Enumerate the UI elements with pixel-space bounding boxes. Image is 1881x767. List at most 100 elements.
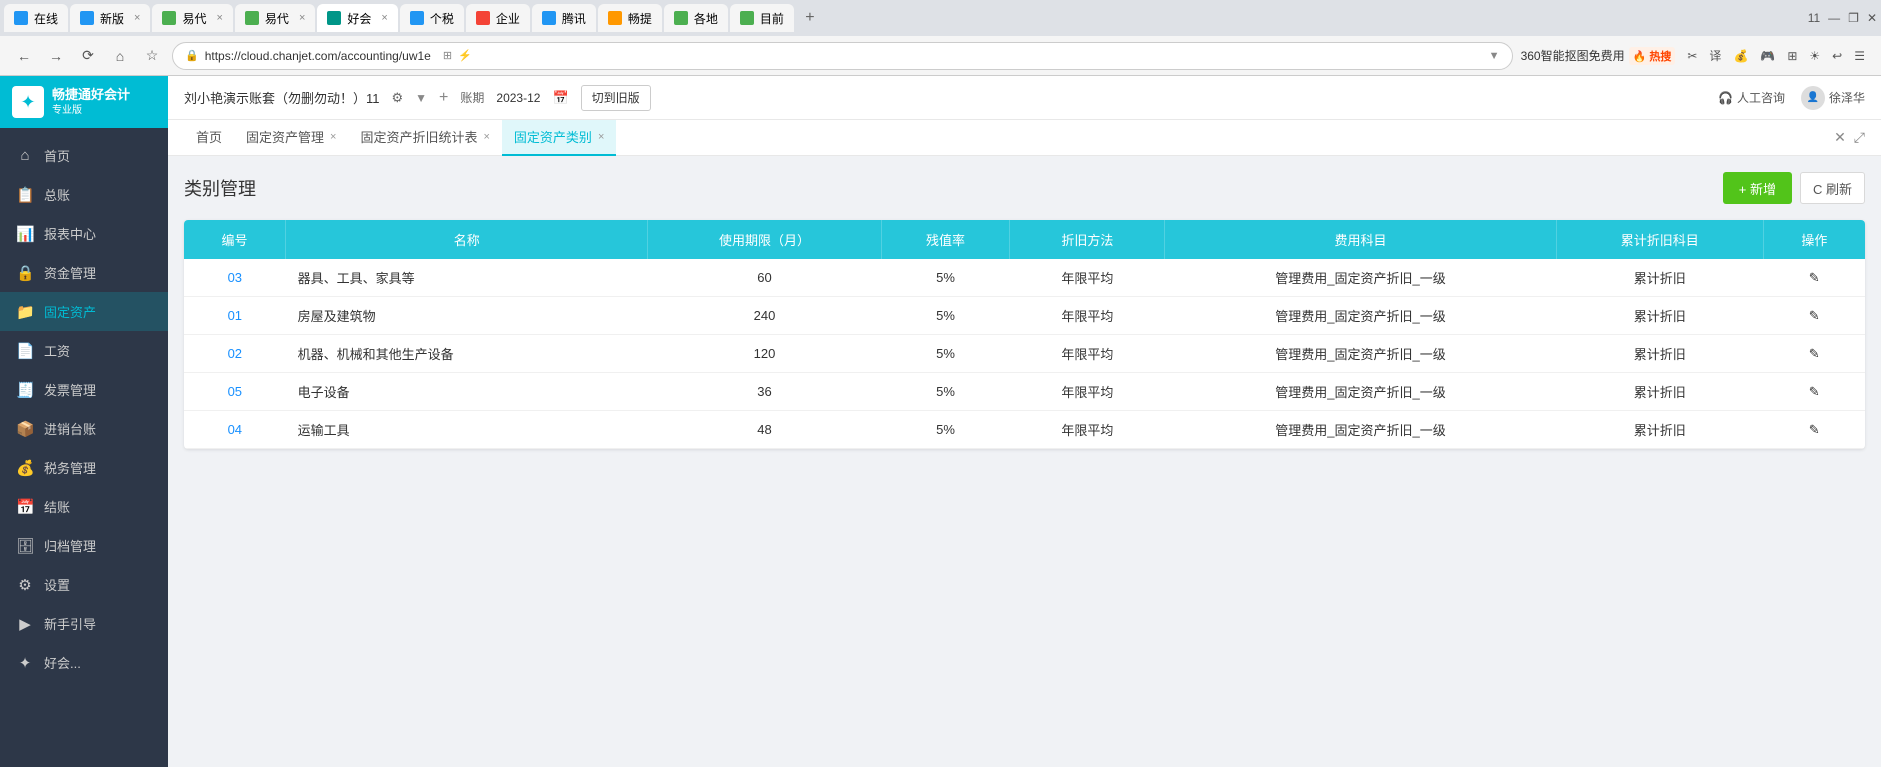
tab-close-tab5[interactable]: ×	[381, 12, 387, 24]
logo-sub: 专业版	[52, 104, 130, 117]
cell-2-row-3: 36	[648, 373, 881, 411]
tab-count-badge: 11	[1808, 11, 1820, 25]
settings-gear-icon[interactable]: ⚙	[392, 90, 404, 106]
maximize-window-button[interactable]: ⤢	[1854, 129, 1865, 146]
new-tab-button[interactable]: +	[796, 4, 824, 32]
cell-5-row-4: 管理费用_固定资产折旧_一级	[1165, 411, 1556, 449]
sidebar-item-reports[interactable]: 📊报表中心	[0, 214, 168, 253]
tab-label-tab5: 好会	[347, 10, 371, 27]
sidebar-item-salary[interactable]: 📄工资	[0, 331, 168, 370]
sidebar-item-archive[interactable]: 🗄归档管理	[0, 526, 168, 565]
refresh-button[interactable]: C 刷新	[1800, 172, 1865, 204]
browser-tab-tab4[interactable]: 易代×	[235, 4, 315, 32]
topbar-add-icon[interactable]: +	[439, 89, 448, 107]
browser-tab-tab2[interactable]: 新版×	[70, 4, 150, 32]
sidebar-label-invoice: 发票管理	[44, 380, 96, 399]
sidebar-item-more[interactable]: ✦好会...	[0, 643, 168, 682]
translate-tool[interactable]: 译	[1705, 45, 1725, 66]
sidebar-label-guide: 新手引导	[44, 614, 96, 633]
tab-favicon-tab1	[14, 11, 28, 25]
home-button[interactable]: ⌂	[108, 44, 132, 68]
browser-tab-tab10[interactable]: 各地	[664, 4, 728, 32]
sidebar-item-inventory[interactable]: 📦进销台账	[0, 409, 168, 448]
sidebar-item-home[interactable]: ⌂首页	[0, 136, 168, 175]
tab-close-tab2[interactable]: ×	[134, 12, 140, 24]
sidebar-icon-archive: 🗄	[16, 537, 34, 555]
url-dropdown-icon[interactable]: ▼	[1489, 50, 1500, 62]
sidebar-item-invoice[interactable]: 🧾发票管理	[0, 370, 168, 409]
content-tab-tab-fixed-mgr[interactable]: 固定资产管理×	[234, 120, 348, 156]
forward-button[interactable]: →	[44, 44, 68, 68]
content-tab-tab-home[interactable]: 首页	[184, 120, 234, 156]
address-bar: ← → ⟳ ⌂ ☆ 🔒 https://cloud.chanjet.com/ac…	[0, 36, 1881, 76]
cell-3-row-3: 5%	[881, 373, 1010, 411]
sidebar-item-settings[interactable]: ⚙设置	[0, 565, 168, 604]
user-info[interactable]: 👤 徐泽华	[1801, 86, 1865, 110]
theme-tool[interactable]: ☀	[1805, 47, 1824, 65]
content-tab-close-tab-depreciation[interactable]: ×	[483, 131, 489, 143]
hot-search-icon[interactable]: 🔥 热搜	[1629, 47, 1676, 65]
cut-tool[interactable]: ✂	[1683, 47, 1701, 65]
table-row-4: 04运输工具485%年限平均管理费用_固定资产折旧_一级累计折旧✎	[184, 411, 1865, 449]
close-icon[interactable]: ✕	[1867, 11, 1877, 25]
browser-tab-bar: 在线新版×易代×易代×好会×个税企业腾讯畅提各地目前 + 11 — ❐ ✕	[0, 0, 1881, 36]
customer-service-button[interactable]: 🎧 人工咨询	[1718, 89, 1785, 106]
game-tool[interactable]: 🎮	[1756, 47, 1779, 65]
wallet-tool[interactable]: 💰	[1729, 47, 1752, 65]
cell-6-row-4: 累计折旧	[1556, 411, 1763, 449]
browser-tab-tab9[interactable]: 畅提	[598, 4, 662, 32]
sidebar-label-settings: 设置	[44, 575, 70, 594]
table-row-1: 01房屋及建筑物2405%年限平均管理费用_固定资产折旧_一级累计折旧✎	[184, 297, 1865, 335]
switch-version-button[interactable]: 切到旧版	[581, 85, 651, 111]
browser-tab-tab3[interactable]: 易代×	[152, 4, 232, 32]
col-header-费用科目: 费用科目	[1165, 220, 1556, 259]
sidebar-item-tax[interactable]: 💰税务管理	[0, 448, 168, 487]
page-content: 类别管理 + 新增 C 刷新 编号名称使用期限（月）残值率折旧方法费用科目累计折…	[168, 156, 1881, 767]
back-button[interactable]: ←	[12, 44, 36, 68]
edit-button-row-2[interactable]: ✎	[1763, 335, 1865, 373]
cell-4-row-4: 年限平均	[1010, 411, 1165, 449]
cell-1-row-2: 机器、机械和其他生产设备	[286, 335, 648, 373]
sidebar: ✦ 畅捷通好会计 专业版 ⌂首页📋总账📊报表中心🔒资金管理📁固定资产📄工资🧾发票…	[0, 76, 168, 767]
minimize-icon[interactable]: —	[1828, 11, 1840, 25]
browser-tab-tab7[interactable]: 企业	[466, 4, 530, 32]
browser-tab-tab11[interactable]: 目前	[730, 4, 794, 32]
content-tab-label-tab-home: 首页	[196, 127, 222, 146]
content-tab-tab-category[interactable]: 固定资产类别×	[502, 120, 616, 156]
restore-icon[interactable]: ❐	[1848, 11, 1859, 25]
browser-tab-tab5[interactable]: 好会 ×	[317, 4, 397, 32]
content-tab-tab-depreciation[interactable]: 固定资产折旧统计表 ×	[348, 120, 501, 156]
edit-button-row-1[interactable]: ✎	[1763, 297, 1865, 335]
browser-tab-tab8[interactable]: 腾讯	[532, 4, 596, 32]
menu-tool[interactable]: ☰	[1850, 47, 1869, 65]
history-tool[interactable]: ↩	[1828, 47, 1846, 65]
edit-button-row-4[interactable]: ✎	[1763, 411, 1865, 449]
sidebar-item-guide[interactable]: ▶新手引导	[0, 604, 168, 643]
edit-button-row-0[interactable]: ✎	[1763, 259, 1865, 297]
sidebar-logo: ✦ 畅捷通好会计 专业版	[0, 76, 168, 128]
bookmark-button[interactable]: ☆	[140, 44, 164, 68]
close-window-button[interactable]: ✕	[1834, 129, 1846, 146]
sidebar-item-funds[interactable]: 🔒资金管理	[0, 253, 168, 292]
topbar-dropdown-icon[interactable]: ▼	[415, 91, 427, 105]
browser-tab-tab6[interactable]: 个税	[400, 4, 464, 32]
sidebar-item-settlement[interactable]: 📅结账	[0, 487, 168, 526]
tab-close-tab3[interactable]: ×	[216, 12, 222, 24]
sidebar-item-ledger[interactable]: 📋总账	[0, 175, 168, 214]
url-bar[interactable]: 🔒 https://cloud.chanjet.com/accounting/u…	[172, 42, 1513, 70]
cell-3-row-4: 5%	[881, 411, 1010, 449]
browser-tab-tab1[interactable]: 在线	[4, 4, 68, 32]
content-tab-close-tab-fixed-mgr[interactable]: ×	[330, 131, 336, 143]
tab-label-tab6: 个税	[430, 10, 454, 27]
tab-close-tab4[interactable]: ×	[299, 12, 305, 24]
add-button[interactable]: + 新增	[1723, 172, 1792, 204]
content-tab-close-tab-category[interactable]: ×	[598, 131, 604, 143]
content-tab-label-tab-depreciation: 固定资产折旧统计表	[360, 127, 477, 146]
grid-tool[interactable]: ⊞	[1783, 47, 1801, 65]
cell-5-row-3: 管理费用_固定资产折旧_一级	[1165, 373, 1556, 411]
reload-button[interactable]: ⟳	[76, 44, 100, 68]
edit-button-row-3[interactable]: ✎	[1763, 373, 1865, 411]
calendar-icon[interactable]: 📅	[552, 90, 568, 106]
sidebar-item-fixed-assets[interactable]: 📁固定资产	[0, 292, 168, 331]
company-name: 刘小艳演示账套（勿删勿动！）11	[184, 88, 380, 107]
